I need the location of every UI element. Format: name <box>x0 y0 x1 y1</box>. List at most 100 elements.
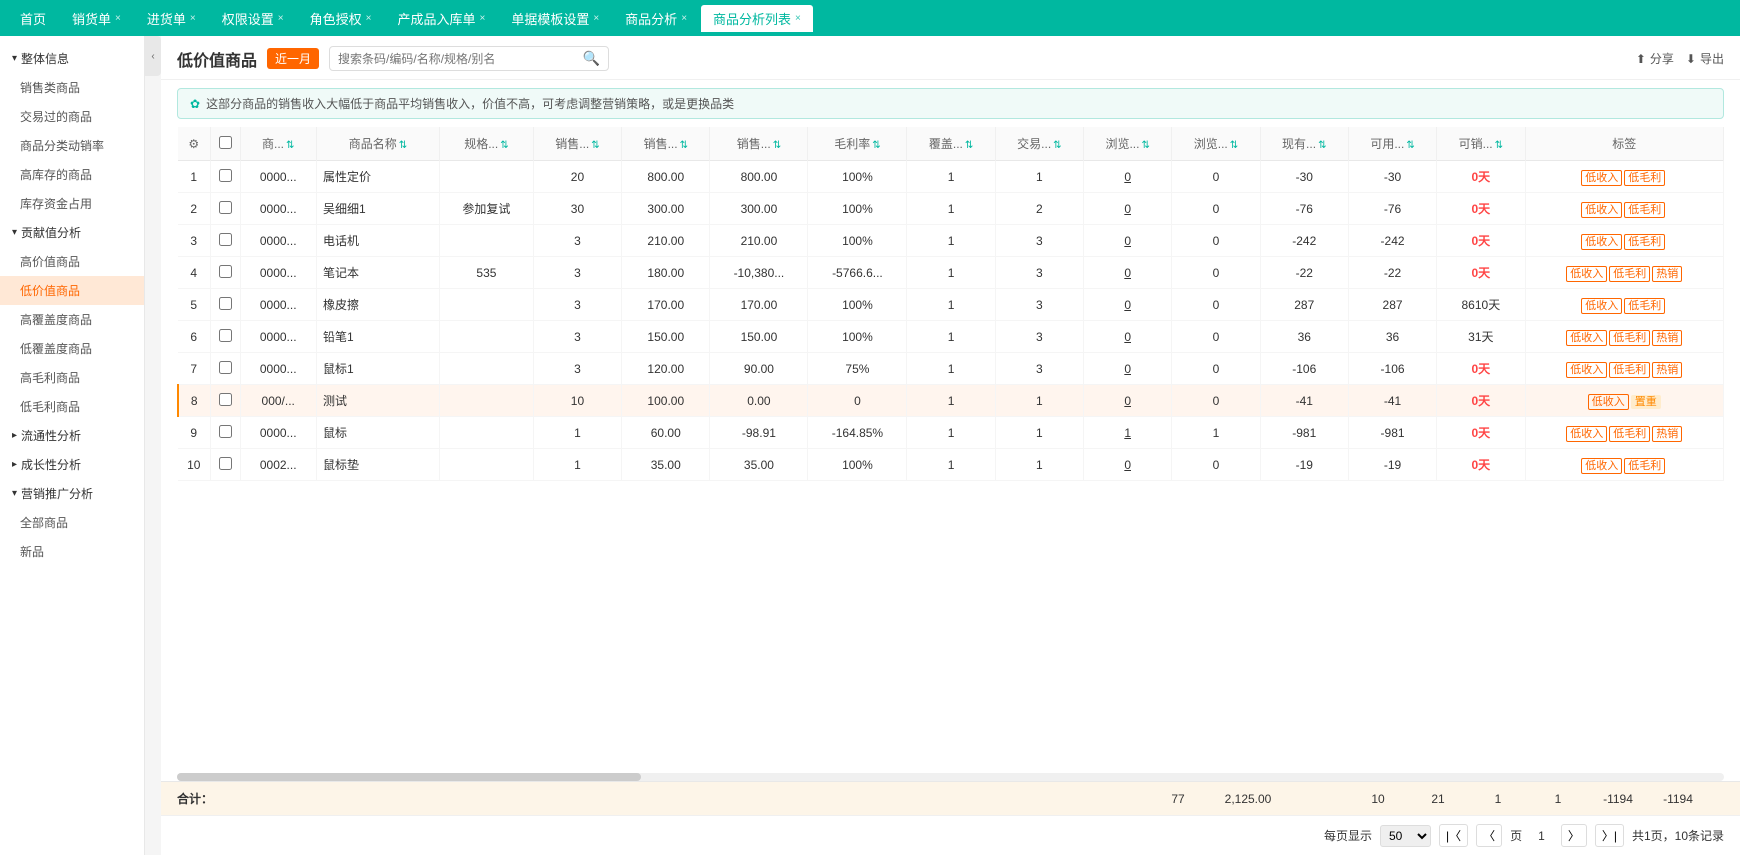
sidebar-group-circulation[interactable]: ▸ 流通性分析 <box>0 421 144 450</box>
first-page-button[interactable]: |〈 <box>1439 824 1468 847</box>
sidebar-group-overall[interactable]: ▾ 整体信息 <box>0 44 144 73</box>
pagination: 每页显示 50 100 200 |〈 〈 页 1 〉 〉| 共1页，10条记录 <box>161 815 1740 855</box>
share-button[interactable]: ⬆ 分享 <box>1636 50 1674 67</box>
close-icon[interactable]: × <box>479 13 485 24</box>
nav-purchase-order[interactable]: 进货单 × <box>135 5 208 32</box>
sidebar-item-category-rate[interactable]: 商品分类动销率 <box>0 131 144 160</box>
total-records: 共1页，10条记录 <box>1632 827 1724 844</box>
cell-col7[interactable]: 0 <box>1084 193 1172 225</box>
cell-col7[interactable]: 0 <box>1084 353 1172 385</box>
cell-checkbox[interactable] <box>210 289 240 321</box>
total-col2: 2,125.00 <box>1208 792 1288 806</box>
cell-col9: -76 <box>1260 193 1348 225</box>
cell-col10: 287 <box>1348 289 1436 321</box>
close-icon[interactable]: × <box>366 13 372 24</box>
page-size-select[interactable]: 50 100 200 <box>1380 825 1431 847</box>
close-icon[interactable]: × <box>795 13 801 24</box>
sidebar-item-high-inventory[interactable]: 高库存的商品 <box>0 160 144 189</box>
cell-col7[interactable]: 1 <box>1084 417 1172 449</box>
cell-no: 2 <box>178 193 210 225</box>
th-checkbox[interactable] <box>210 127 240 161</box>
sidebar-item-high-margin[interactable]: 高毛利商品 <box>0 363 144 392</box>
cell-checkbox[interactable] <box>210 449 240 481</box>
cell-checkbox[interactable] <box>210 161 240 193</box>
cell-no: 8 <box>178 385 210 417</box>
nav-product-analysis[interactable]: 商品分析 × <box>613 5 699 32</box>
cell-checkbox[interactable] <box>210 385 240 417</box>
cell-col6: 1 <box>995 385 1083 417</box>
sidebar-item-low-value[interactable]: 低价值商品 <box>0 276 144 305</box>
cell-checkbox[interactable] <box>210 417 240 449</box>
nav-sales-order[interactable]: 销货单 × <box>60 5 133 32</box>
th-sellable-stock: 可销...⇅ <box>1437 127 1525 161</box>
row-checkbox[interactable] <box>219 265 232 278</box>
cell-checkbox[interactable] <box>210 193 240 225</box>
cell-checkbox[interactable] <box>210 225 240 257</box>
sidebar-group-growth[interactable]: ▸ 成长性分析 <box>0 450 144 479</box>
cell-col1: 3 <box>533 225 621 257</box>
close-icon[interactable]: × <box>593 13 599 24</box>
chevron-right-icon: ▸ <box>12 459 17 470</box>
close-icon[interactable]: × <box>115 13 121 24</box>
last-page-button[interactable]: 〉| <box>1595 824 1624 847</box>
next-page-button[interactable]: 〉 <box>1561 824 1587 847</box>
row-checkbox[interactable] <box>219 361 232 374</box>
cell-col7[interactable]: 0 <box>1084 321 1172 353</box>
row-checkbox[interactable] <box>219 201 232 214</box>
nav-product-warehouse[interactable]: 产成品入库单 × <box>385 5 497 32</box>
cell-col1: 30 <box>533 193 621 225</box>
sidebar-group-contribution[interactable]: ▾ 贡献值分析 <box>0 218 144 247</box>
nav-roles[interactable]: 角色授权 × <box>298 5 384 32</box>
sidebar-item-low-coverage[interactable]: 低覆盖度商品 <box>0 334 144 363</box>
row-checkbox[interactable] <box>219 329 232 342</box>
nav-permissions[interactable]: 权限设置 × <box>210 5 296 32</box>
nav-product-analysis-list[interactable]: 商品分析列表 × <box>701 5 813 32</box>
sidebar-item-high-value[interactable]: 高价值商品 <box>0 247 144 276</box>
total-col7: 1 <box>1528 792 1588 806</box>
cell-code: 000/... <box>240 385 316 417</box>
cell-days: 0天 <box>1437 193 1525 225</box>
sidebar-group-marketing[interactable]: ▾ 营销推广分析 <box>0 479 144 508</box>
close-icon[interactable]: × <box>278 13 284 24</box>
row-checkbox[interactable] <box>219 169 232 182</box>
row-checkbox[interactable] <box>219 297 232 310</box>
collapse-sidebar-button[interactable]: ‹ <box>145 36 161 76</box>
th-available-stock: 可用...⇅ <box>1348 127 1436 161</box>
export-button[interactable]: ⬇ 导出 <box>1686 50 1724 67</box>
sidebar-item-low-margin[interactable]: 低毛利商品 <box>0 392 144 421</box>
th-settings[interactable]: ⚙ <box>178 127 210 161</box>
sidebar-item-inventory-capital[interactable]: 库存资金占用 <box>0 189 144 218</box>
row-checkbox[interactable] <box>219 457 232 470</box>
nav-home[interactable]: 首页 <box>8 5 58 32</box>
cell-checkbox[interactable] <box>210 257 240 289</box>
table-scrollbar[interactable] <box>177 773 1724 781</box>
prev-page-button[interactable]: 〈 <box>1476 824 1502 847</box>
total-col9: -1194 <box>1648 792 1708 806</box>
cell-col7[interactable]: 0 <box>1084 225 1172 257</box>
sidebar-item-new-goods[interactable]: 新品 <box>0 537 144 566</box>
cell-col7[interactable]: 0 <box>1084 289 1172 321</box>
close-icon[interactable]: × <box>681 13 687 24</box>
search-input[interactable] <box>338 52 579 66</box>
row-checkbox[interactable] <box>219 233 232 246</box>
cell-no: 7 <box>178 353 210 385</box>
sidebar-item-traded-goods[interactable]: 交易过的商品 <box>0 102 144 131</box>
cell-col7[interactable]: 0 <box>1084 257 1172 289</box>
cell-col7[interactable]: 0 <box>1084 161 1172 193</box>
cell-checkbox[interactable] <box>210 321 240 353</box>
row-checkbox[interactable] <box>219 393 232 406</box>
cell-checkbox[interactable] <box>210 353 240 385</box>
sidebar-item-all-goods[interactable]: 全部商品 <box>0 508 144 537</box>
row-checkbox[interactable] <box>219 425 232 438</box>
sidebar-item-sales-goods[interactable]: 销售类商品 <box>0 73 144 102</box>
cell-col7[interactable]: 0 <box>1084 449 1172 481</box>
time-filter-button[interactable]: 近一月 <box>267 48 319 69</box>
search-icon[interactable]: 🔍 <box>583 50 600 67</box>
cell-tags: 低收入低毛利热销 <box>1525 257 1724 289</box>
cell-col7[interactable]: 0 <box>1084 385 1172 417</box>
sidebar-item-high-coverage[interactable]: 高覆盖度商品 <box>0 305 144 334</box>
table-wrapper[interactable]: ⚙ 商...⇅ 商品名称⇅ 规格...⇅ 销售...⇅ 销售...⇅ 销售...… <box>161 127 1740 773</box>
select-all-checkbox[interactable] <box>219 136 232 149</box>
close-icon[interactable]: × <box>190 13 196 24</box>
nav-template-settings[interactable]: 单据模板设置 × <box>499 5 611 32</box>
